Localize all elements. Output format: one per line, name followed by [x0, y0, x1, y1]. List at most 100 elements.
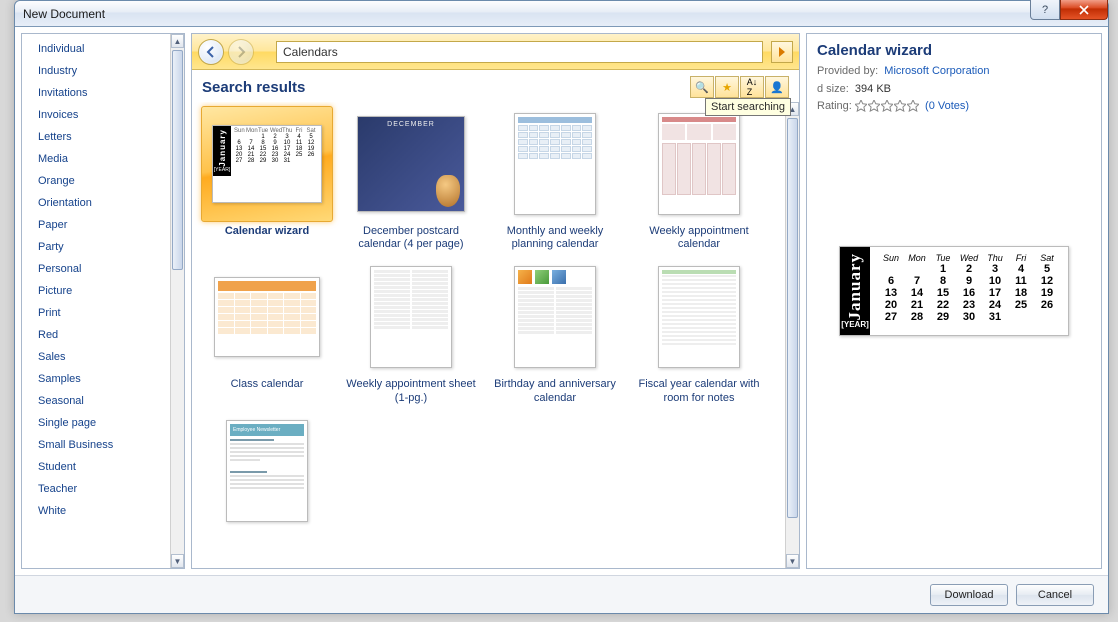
preview-pane: Calendar wizard Provided by: Microsoft C…	[806, 33, 1102, 569]
star-icon	[907, 100, 919, 112]
template-item[interactable]: Monthly and weekly planning calendar	[486, 106, 624, 251]
sidebar-item[interactable]: Picture	[36, 280, 170, 302]
dow: Sat	[1034, 253, 1060, 263]
scroll-thumb[interactable]	[787, 118, 798, 518]
template-caption: Calendar wizard	[223, 222, 311, 250]
template-caption: Weekly appointment sheet (1-pg.)	[342, 375, 480, 404]
dialog-footer: Download Cancel	[15, 575, 1108, 613]
sidebar-item[interactable]: Student	[36, 456, 170, 478]
year-label: [YEAR]	[214, 167, 230, 173]
provided-by-label: Provided by:	[817, 65, 878, 77]
search-input[interactable]	[277, 45, 762, 59]
results-grid: January[YEAR] SunMonTueWedThuFriSat 1234…	[192, 102, 785, 568]
results-pane: Search results 🔍 ★ A↓Z 👤 Start searching	[191, 33, 800, 569]
template-caption: Birthday and anniversary calendar	[486, 375, 624, 404]
size-value: 394 KB	[855, 83, 891, 95]
star-icon	[855, 100, 867, 112]
results-header: Search results 🔍 ★ A↓Z 👤 Start searching	[192, 70, 799, 102]
template-caption: December postcard calendar (4 per page)	[342, 222, 480, 251]
dow: Fri	[1008, 253, 1034, 263]
sidebar-item[interactable]: Sales	[36, 346, 170, 368]
cancel-button[interactable]: Cancel	[1016, 584, 1094, 606]
star-icon: ★	[722, 81, 732, 94]
results-grid-wrap: January[YEAR] SunMonTueWedThuFriSat 1234…	[192, 102, 799, 568]
sidebar-item[interactable]: Teacher	[36, 478, 170, 500]
template-item[interactable]: DECEMBER December postcard calendar (4 p…	[342, 106, 480, 251]
download-button[interactable]: Download	[930, 584, 1008, 606]
sidebar-item[interactable]: Seasonal	[36, 390, 170, 412]
sidebar-item[interactable]: Print	[36, 302, 170, 324]
preview-meta: Provided by: Microsoft Corporation d siz…	[817, 63, 1091, 116]
window-title: New Document	[23, 7, 105, 21]
template-item[interactable]: Weekly appointment calendar	[630, 106, 768, 251]
scroll-down-icon[interactable]: ▼	[786, 554, 799, 568]
sidebar-item[interactable]: Letters	[36, 126, 170, 148]
arrow-right-icon	[235, 46, 247, 58]
navigation-bar	[192, 34, 799, 70]
sidebar-item[interactable]: Red	[36, 324, 170, 346]
template-item[interactable]: Weekly appointment sheet (1-pg.)	[342, 259, 480, 404]
rating-stars	[855, 100, 919, 112]
provided-by-link[interactable]: Microsoft Corporation	[884, 65, 989, 77]
sort-az-icon: A↓Z	[747, 77, 758, 97]
sidebar-item[interactable]: Orientation	[36, 192, 170, 214]
dow: Tue	[930, 253, 956, 263]
template-caption: Fiscal year calendar with room for notes	[630, 375, 768, 404]
sort-button[interactable]: A↓Z	[740, 76, 764, 98]
sidebar-item[interactable]: Samples	[36, 368, 170, 390]
sidebar-item[interactable]: Paper	[36, 214, 170, 236]
star-icon	[881, 100, 893, 112]
dow: Thu	[982, 253, 1008, 263]
help-button[interactable]: ?	[1030, 0, 1060, 20]
close-button[interactable]	[1060, 0, 1108, 20]
sidebar-item[interactable]: White	[36, 500, 170, 522]
sidebar-item[interactable]: Orange	[36, 170, 170, 192]
sidebar-item[interactable]: Media	[36, 148, 170, 170]
sidebar-item[interactable]: Industry	[36, 60, 170, 82]
back-button[interactable]	[198, 39, 224, 65]
sidebar-item[interactable]: Individual	[36, 38, 170, 60]
sidebar-item[interactable]: Party	[36, 236, 170, 258]
scroll-down-icon[interactable]: ▼	[171, 554, 184, 568]
sidebar-scrollbar[interactable]: ▲ ▼	[170, 34, 184, 568]
results-toolbar: 🔍 ★ A↓Z 👤 Start searching	[690, 76, 789, 98]
template-item[interactable]: Fiscal year calendar with room for notes	[630, 259, 768, 404]
preview-year: [YEAR]	[841, 320, 869, 329]
arrow-left-icon	[205, 46, 217, 58]
results-heading: Search results	[202, 79, 305, 96]
template-caption: Monthly and weekly planning calendar	[486, 222, 624, 251]
person-icon: 👤	[770, 81, 784, 94]
template-item[interactable]: Birthday and anniversary calendar	[486, 259, 624, 404]
template-caption: Weekly appointment calendar	[630, 222, 768, 251]
preview-title: Calendar wizard	[817, 42, 1091, 59]
category-sidebar: Individual Industry Invitations Invoices…	[21, 33, 185, 569]
month-label: January	[218, 129, 227, 167]
sidebar-item[interactable]: Single page	[36, 412, 170, 434]
size-label: d size:	[817, 83, 849, 95]
titlebar[interactable]: New Document ?	[15, 1, 1108, 27]
scroll-up-icon[interactable]: ▲	[171, 34, 184, 48]
rating-label: Rating:	[817, 100, 852, 112]
zoom-button[interactable]: 🔍	[690, 76, 714, 98]
template-item[interactable]: Employee Newsletter	[198, 413, 336, 557]
favorites-button[interactable]: ★	[715, 76, 739, 98]
template-caption: Class calendar	[229, 375, 306, 403]
preview-thumbnail: January[YEAR] SunMonTueWedThuFriSat 1234…	[839, 246, 1069, 336]
dow: Wed	[956, 253, 982, 263]
search-box	[276, 41, 763, 63]
template-item-calendar-wizard[interactable]: January[YEAR] SunMonTueWedThuFriSat 1234…	[198, 106, 336, 251]
sidebar-item[interactable]: Small Business	[36, 434, 170, 456]
user-filter-button[interactable]: 👤	[765, 76, 789, 98]
votes-link[interactable]: (0 Votes)	[925, 100, 969, 112]
star-icon	[894, 100, 906, 112]
sidebar-item[interactable]: Invoices	[36, 104, 170, 126]
sidebar-item[interactable]: Personal	[36, 258, 170, 280]
results-scrollbar[interactable]: ▲ ▼	[785, 102, 799, 568]
scroll-thumb[interactable]	[172, 50, 183, 270]
template-item[interactable]: Class calendar	[198, 259, 336, 404]
help-icon: ?	[1042, 4, 1048, 16]
forward-button[interactable]	[228, 39, 254, 65]
search-go-button[interactable]	[771, 41, 793, 63]
sidebar-item[interactable]: Invitations	[36, 82, 170, 104]
dow: Sun	[878, 253, 904, 263]
